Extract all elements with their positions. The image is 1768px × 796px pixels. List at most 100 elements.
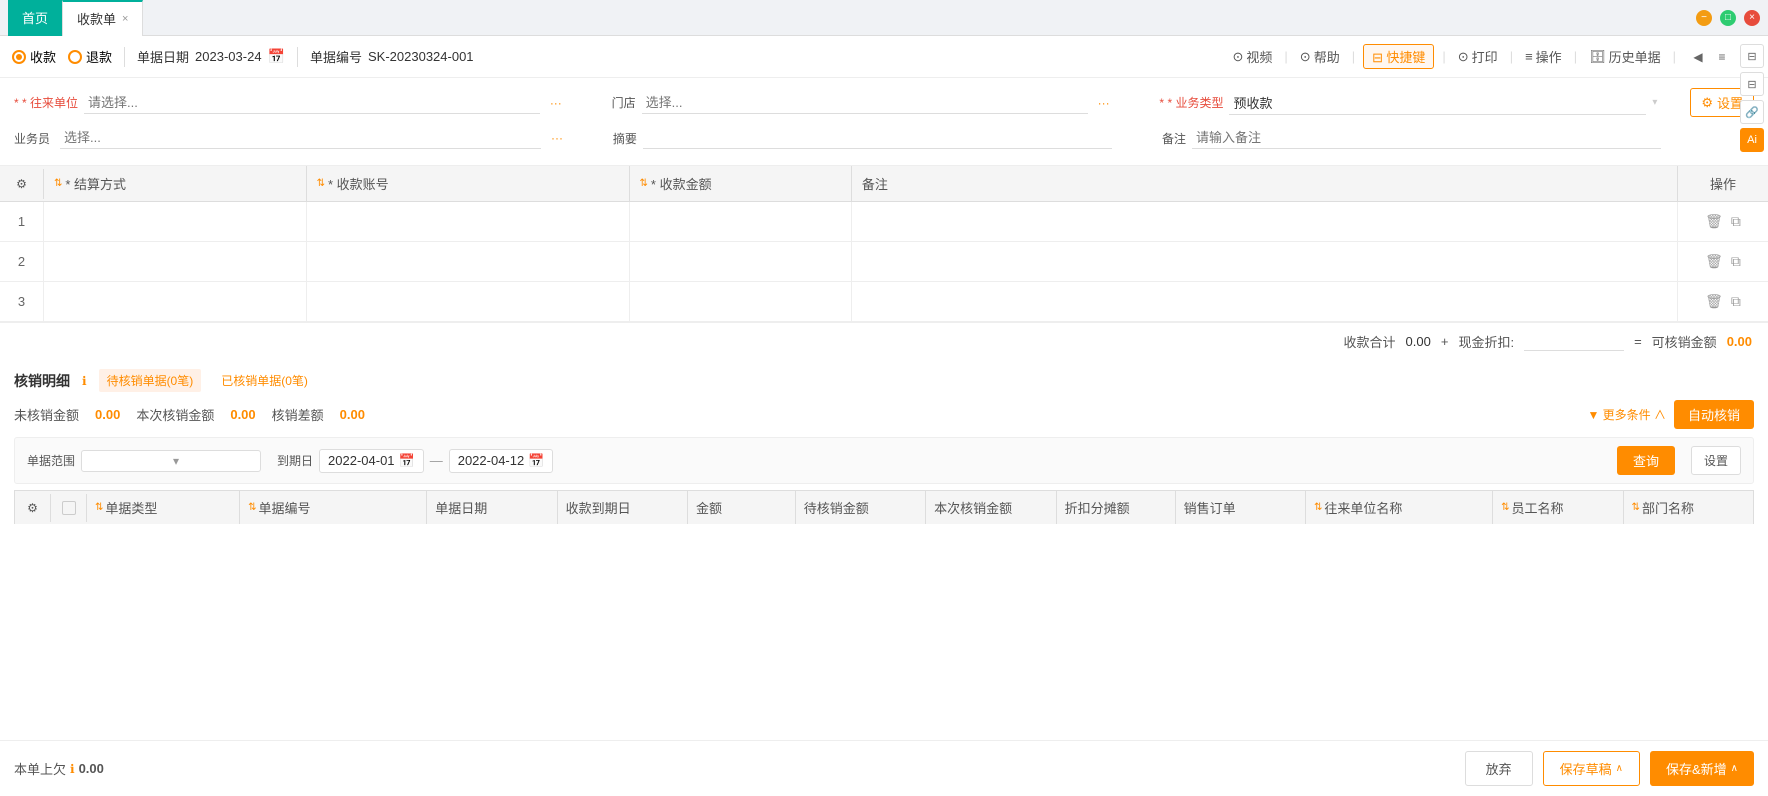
history-action[interactable]: 🗄 历史单据 (1585, 47, 1665, 66)
more-conditions-button[interactable]: ▼ 更多条件 ∧ (1587, 406, 1666, 423)
auto-verify-button[interactable]: 自动核销 (1674, 400, 1754, 429)
footer-info-icon[interactable]: ℹ (70, 762, 75, 776)
panel-btn-3[interactable]: 🔗 (1740, 100, 1764, 124)
staff-label: 业务员 (14, 130, 54, 147)
minimize-button[interactable]: − (1696, 10, 1712, 26)
row-num-2: 2 (0, 242, 44, 281)
delete-icon-3[interactable]: 🗑 (1705, 293, 1723, 310)
row-beizhu-1[interactable] (852, 202, 1678, 241)
row-shouzhang-1[interactable] (307, 202, 630, 241)
date-to-input[interactable]: 2022-04-12 📅 (449, 449, 554, 473)
form-row-1: * 往来单位 ··· 门店 ··· * 业务类型 预收款 ▾ ⚙ 设置 (14, 88, 1754, 117)
sort-dept-icon[interactable]: ⇅ (1632, 502, 1640, 513)
th-settings[interactable]: ⚙ (0, 169, 44, 199)
save-draft-button[interactable]: 保存草稿 ∧ (1543, 751, 1640, 786)
staff-field: 业务员 ··· (14, 127, 563, 149)
discount-input[interactable] (1524, 331, 1624, 351)
partner-input[interactable] (84, 92, 540, 114)
calendar-icon[interactable]: 📅 (268, 48, 285, 65)
row-jiesuan-2[interactable] (44, 242, 307, 281)
staff-input[interactable] (60, 127, 541, 149)
store-input[interactable] (642, 92, 1088, 114)
sort-staff-icon[interactable]: ⇅ (1501, 502, 1509, 513)
summary-input[interactable] (643, 127, 1112, 149)
staff-more-icon[interactable]: ··· (551, 131, 563, 145)
save-new-button[interactable]: 保存&新增 ∧ (1650, 751, 1754, 786)
row-jiesuan-1[interactable] (44, 202, 307, 241)
unverified-value: 0.00 (95, 407, 120, 422)
divider-1 (124, 47, 125, 67)
row-shouzhang-2[interactable] (307, 242, 630, 281)
list-view-icon[interactable]: ≡ (1712, 47, 1732, 67)
row-jine-3[interactable] (630, 282, 852, 321)
delete-icon-2[interactable]: 🗑 (1705, 253, 1723, 270)
bth-duedate: 收款到期日 (558, 491, 688, 524)
sort-company-icon[interactable]: ⇅ (1314, 502, 1322, 513)
prev-icon[interactable]: ◀ (1688, 47, 1708, 67)
panel-btn-1[interactable]: ⊟ (1740, 44, 1764, 68)
due-date-field: 到期日 2022-04-01 📅 — 2022-04-12 📅 (277, 449, 553, 473)
print-action[interactable]: ⊙ 打印 (1454, 47, 1502, 66)
this-verify-label: 本次核销金额 (136, 405, 214, 424)
biz-type-arrow[interactable]: ▾ (1652, 97, 1657, 108)
help-label: 帮助 (1314, 47, 1340, 66)
tab-close-icon[interactable]: × (122, 13, 128, 25)
operate-action[interactable]: ≡ 操作 (1521, 47, 1566, 66)
bth-checkbox[interactable] (51, 494, 87, 522)
panel-btn-2[interactable]: ⊟ (1740, 72, 1764, 96)
ai-panel-btn[interactable]: Ai (1740, 128, 1764, 152)
window-controls: − □ × (1696, 10, 1760, 26)
sort-num-icon[interactable]: ⇅ (248, 502, 256, 513)
info-icon[interactable]: ℹ (82, 374, 87, 388)
range-arrow-icon: ▾ (173, 454, 252, 468)
abandon-button[interactable]: 放弃 (1465, 751, 1533, 786)
table-row: 2 🗑 ⧉ (0, 242, 1768, 282)
partner-field: * 往来单位 ··· (14, 92, 562, 114)
bth-this-amount-label: 本次核销金额 (934, 498, 1012, 517)
history-icon: 🗄 (1589, 49, 1606, 65)
bth-discount: 折扣分摊额 (1057, 491, 1176, 524)
bth-pending-label: 待核销金额 (804, 498, 869, 517)
tab-pending[interactable]: 待核销单据(0笔) (99, 369, 202, 392)
help-action[interactable]: ⊙ 帮助 (1296, 47, 1344, 66)
shortcut-icon: ⊟ (1372, 50, 1383, 65)
maximize-button[interactable]: □ (1720, 10, 1736, 26)
radio-receipt[interactable]: 收款 (12, 47, 56, 66)
total-label: 收款合计 (1344, 332, 1396, 351)
tab-done[interactable]: 已核销单据(0笔) (213, 369, 316, 392)
date-from-input[interactable]: 2022-04-01 📅 (319, 449, 424, 473)
radio-refund[interactable]: 退款 (68, 47, 112, 66)
bth-settings[interactable]: ⚙ (15, 494, 51, 522)
range-select[interactable]: ▾ (81, 450, 261, 472)
video-action[interactable]: ⊙ 视频 (1228, 47, 1276, 66)
row-jiesuan-3[interactable] (44, 282, 307, 321)
row-jine-1[interactable] (630, 202, 852, 241)
row-beizhu-2[interactable] (852, 242, 1678, 281)
num-label: 单据编号 (310, 47, 362, 66)
remark-input[interactable] (1192, 127, 1661, 149)
delete-icon-1[interactable]: 🗑 (1705, 213, 1723, 230)
query-button[interactable]: 查询 (1617, 446, 1675, 475)
close-button[interactable]: × (1744, 10, 1760, 26)
th-jiesuan: ⇅ * 结算方式 (44, 166, 307, 201)
settings-button[interactable]: 设置 (1691, 446, 1741, 475)
th-jiesuan-label: * 结算方式 (65, 174, 126, 193)
bth-dept: ⇅ 部门名称 (1624, 491, 1753, 524)
row-beizhu-3[interactable] (852, 282, 1678, 321)
row-shouzhang-3[interactable] (307, 282, 630, 321)
sort-jine-icon[interactable]: ⇅ (640, 178, 648, 189)
operate-icon: ≡ (1525, 49, 1533, 64)
shortcut-button[interactable]: ⊟ 快捷键 (1363, 44, 1434, 69)
th-shouzhang: ⇅ * 收款账号 (307, 166, 630, 201)
sort-shouzhang-icon[interactable]: ⇅ (317, 178, 325, 189)
tab-receipt[interactable]: 收款单 × (62, 0, 143, 36)
store-more-icon[interactable]: ··· (1098, 96, 1110, 110)
tab-home[interactable]: 首页 (8, 0, 62, 36)
sort-jiesuan-icon[interactable]: ⇅ (54, 178, 62, 189)
sort-type-icon[interactable]: ⇅ (95, 502, 103, 513)
date-label: 单据日期 (137, 47, 189, 66)
header-checkbox[interactable] (62, 501, 76, 515)
partner-more-icon[interactable]: ··· (550, 96, 562, 110)
row-jine-2[interactable] (630, 242, 852, 281)
bth-date-label: 单据日期 (435, 498, 487, 517)
